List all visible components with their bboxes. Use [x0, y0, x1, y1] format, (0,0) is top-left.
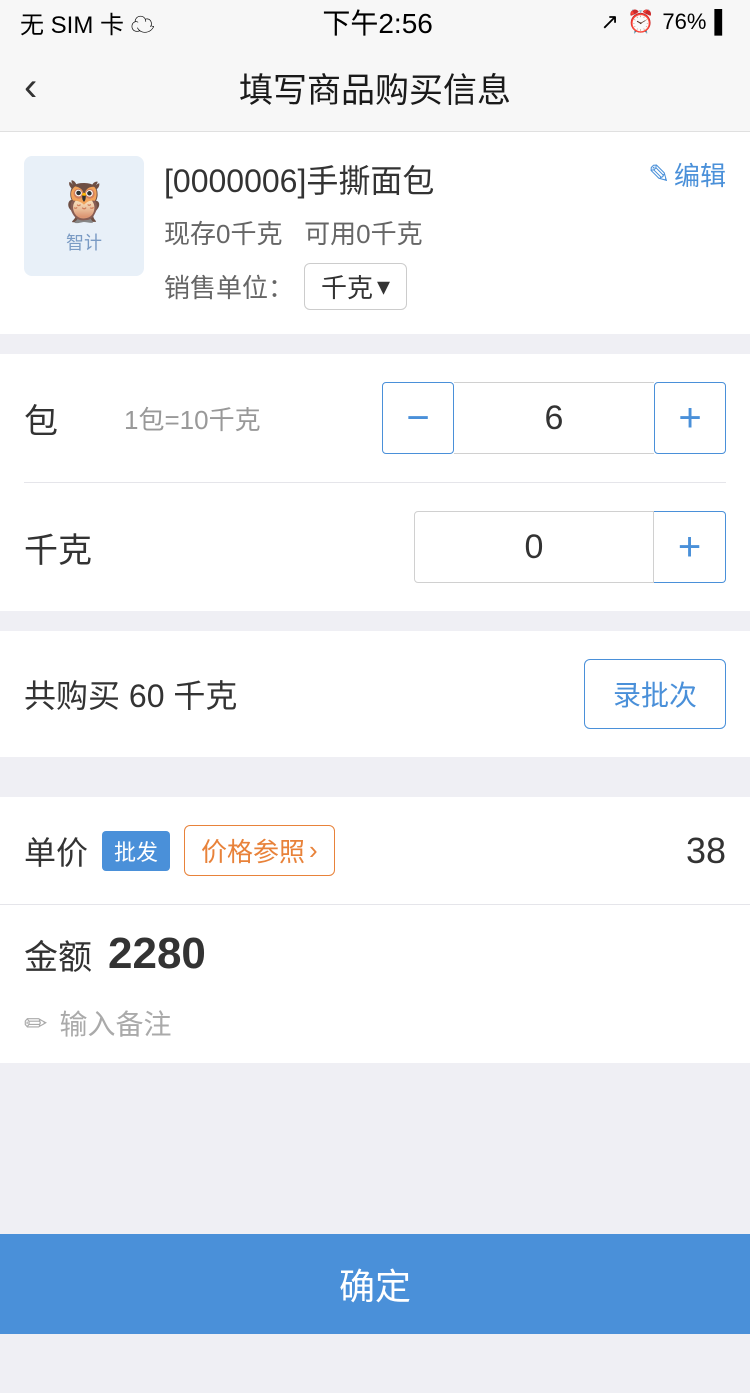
unit-dropdown-icon: ▾ [377, 271, 390, 302]
price-ref-label: 价格参照 [201, 832, 305, 869]
section-divider-3 [0, 757, 750, 777]
price-label: 单价 [24, 828, 88, 874]
amount-value: 2280 [108, 929, 206, 979]
status-bar: 无 SIM 卡 ☁ 下午2:56 ↗ ⏰ 76% ▌ [0, 0, 750, 44]
location-icon: ↗ [601, 9, 619, 35]
page-title: 填写商品购买信息 [239, 63, 511, 112]
batch-badge: 批发 [102, 831, 170, 871]
status-right: ↗ ⏰ 76% ▌ [601, 9, 730, 35]
amount-label: 金额 [24, 930, 92, 979]
bao-minus-button[interactable]: − [382, 382, 454, 454]
kg-plus-button[interactable]: + [654, 511, 726, 583]
nav-bar: ‹ 填写商品购买信息 [0, 44, 750, 132]
sim-status: 无 SIM 卡 ☁ [20, 5, 155, 40]
back-chevron-icon: ‹ [24, 65, 37, 109]
section-divider-2 [0, 611, 750, 631]
price-ref-chevron-icon: › [309, 835, 318, 866]
back-button[interactable]: ‹ [24, 65, 37, 110]
price-section: 单价 批发 价格参照 › 38 [0, 797, 750, 904]
kg-controls: + [414, 511, 726, 583]
remark-icon: ✏ [24, 1007, 47, 1040]
alarm-icon: ⏰ [627, 9, 654, 35]
record-batch-button[interactable]: 录批次 [584, 659, 726, 729]
edit-button[interactable]: ✎ 编辑 [648, 156, 726, 193]
summary-text: 共购买 60 千克 [24, 671, 237, 717]
available-value: 可用0千克 [304, 219, 422, 249]
confirm-button-label: 确定 [339, 1258, 411, 1310]
amount-section: 金额 2280 ✏ 输入备注 [0, 904, 750, 1063]
unit-label: 销售单位： [164, 268, 294, 305]
kg-input-row: 千克 + [0, 483, 750, 611]
section-divider-1 [0, 334, 750, 354]
unit-select[interactable]: 千克 ▾ [304, 263, 407, 310]
stock-value: 现存0千克 [164, 219, 282, 249]
edit-label: 编辑 [674, 156, 726, 193]
confirm-bar[interactable]: 确定 [0, 1234, 750, 1334]
bottom-spacer [0, 1063, 750, 1393]
product-section-wrapper: 🦉 智计 [0000006]手撕面包 现存0千克 可用0千克 销售单位： 千克 … [0, 132, 750, 334]
edit-icon: ✎ [648, 159, 670, 190]
product-section: 🦉 智计 [0000006]手撕面包 现存0千克 可用0千克 销售单位： 千克 … [0, 132, 750, 334]
amount-row: 金额 2280 [24, 929, 726, 979]
input-section: 包 1包=10千克 − + 千克 + [0, 354, 750, 611]
unit-value: 千克 [321, 268, 373, 305]
bao-hint: 1包=10千克 [124, 400, 261, 437]
bao-controls: − + [382, 382, 726, 454]
remark-placeholder: 输入备注 [59, 1003, 171, 1043]
price-ref-button[interactable]: 价格参照 › [184, 825, 335, 876]
status-left: 无 SIM 卡 ☁ [20, 5, 155, 40]
battery-icon: ▌ [714, 9, 730, 35]
price-left: 单价 批发 价格参照 › [24, 825, 335, 876]
product-icon-label: 智计 [66, 229, 102, 255]
summary-section: 共购买 60 千克 录批次 [0, 631, 750, 757]
product-image: 🦉 智计 [24, 156, 144, 276]
status-time: 下午2:56 [322, 2, 433, 42]
product-name: [0000006]手撕面包 [164, 156, 726, 202]
product-info: [0000006]手撕面包 现存0千克 可用0千克 销售单位： 千克 ▾ [164, 156, 726, 310]
product-unit-row: 销售单位： 千克 ▾ [164, 263, 726, 310]
remark-row[interactable]: ✏ 输入备注 [24, 995, 726, 1051]
battery-level: 76% [662, 9, 706, 35]
kg-input[interactable] [414, 511, 654, 583]
bao-input-row: 包 1包=10千克 − + [0, 354, 750, 482]
bao-plus-button[interactable]: + [654, 382, 726, 454]
bao-input[interactable] [454, 382, 654, 454]
price-value: 38 [686, 830, 726, 872]
kg-label: 千克 [24, 523, 104, 572]
product-icon: 🦉 [59, 178, 109, 225]
bao-label: 包 [24, 394, 104, 443]
product-stock: 现存0千克 可用0千克 [164, 214, 726, 251]
